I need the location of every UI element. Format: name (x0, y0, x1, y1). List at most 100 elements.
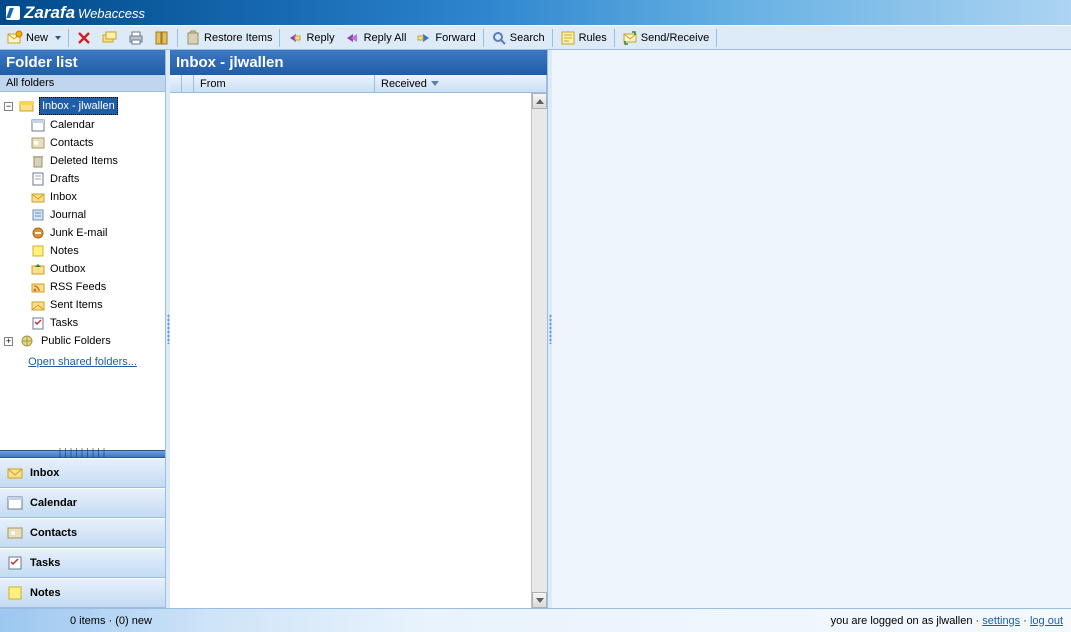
forward-label: Forward (435, 32, 475, 44)
toolbar-separator (279, 29, 280, 47)
trash-icon (30, 153, 46, 169)
copy-move-button[interactable] (97, 27, 123, 48)
inbox-icon (6, 465, 24, 481)
scroll-down-button[interactable] (532, 592, 547, 608)
list-column-header: From Received (170, 75, 547, 93)
chevron-up-icon (536, 99, 544, 104)
col-from-label: From (200, 78, 226, 90)
new-button-label: New (26, 32, 48, 44)
brand-name-text: Zarafa (24, 3, 75, 23)
forward-button[interactable]: Forward (411, 27, 480, 48)
addressbook-button[interactable] (149, 27, 175, 48)
col-received-label: Received (381, 78, 427, 90)
tree-item-label: Sent Items (50, 297, 103, 313)
sort-desc-icon (431, 81, 439, 86)
rules-icon (560, 30, 576, 46)
tree-item-outbox[interactable]: Outbox (20, 260, 163, 278)
chevron-down-icon (536, 598, 544, 603)
tree-item-label: Outbox (50, 261, 85, 277)
tree-root-inbox[interactable]: − Inbox - jlwallen (2, 96, 163, 116)
search-label: Search (510, 32, 545, 44)
reply-all-button[interactable]: Reply All (340, 27, 412, 48)
toolbar-separator (177, 29, 178, 47)
nav-item-label: Inbox (30, 467, 59, 479)
col-from[interactable]: From (194, 75, 375, 92)
expand-icon[interactable]: + (4, 337, 13, 346)
folder-tree: − Inbox - jlwallen Calendar Contacts Del… (0, 92, 165, 450)
list-scrollbar[interactable] (531, 93, 547, 608)
sidebar-grip[interactable]: ׀׀׀׀׀׀׀׀׀ (0, 450, 165, 458)
nav-item-contacts[interactable]: Contacts (0, 518, 165, 548)
tree-item-junk[interactable]: Junk E-mail (20, 224, 163, 242)
col-icon[interactable] (170, 75, 182, 92)
reply-button[interactable]: Reply (282, 27, 339, 48)
outbox-icon (30, 261, 46, 277)
tree-item-journal[interactable]: Journal (20, 206, 163, 224)
nav-item-calendar[interactable]: Calendar (0, 488, 165, 518)
print-icon (128, 30, 144, 46)
sidebar-allfolders[interactable]: All folders (0, 75, 165, 92)
col-received[interactable]: Received (375, 75, 547, 92)
tree-item-label: Inbox (50, 189, 77, 205)
tree-item-notes[interactable]: Notes (20, 242, 163, 260)
mailbox-root-icon (19, 98, 35, 114)
tree-item-label: Tasks (50, 315, 78, 331)
tree-item-drafts[interactable]: Drafts (20, 170, 163, 188)
tree-item-rss[interactable]: RSS Feeds (20, 278, 163, 296)
drafts-icon (30, 171, 46, 187)
sidebar-title: Folder list (0, 50, 165, 75)
public-folders-icon (19, 333, 35, 349)
tree-item-sent[interactable]: Sent Items (20, 296, 163, 314)
toolbar-separator (483, 29, 484, 47)
contacts-icon (30, 135, 46, 151)
reply-all-label: Reply All (364, 32, 407, 44)
toolbar-separator (716, 29, 717, 47)
tree-item-label: RSS Feeds (50, 279, 106, 295)
col-flag[interactable] (182, 75, 194, 92)
open-shared-link-row: Open shared folders... (2, 350, 163, 374)
app-header: Zarafa Webaccess (0, 0, 1071, 25)
tree-item-calendar[interactable]: Calendar (20, 116, 163, 134)
nav-item-inbox[interactable]: Inbox (0, 458, 165, 488)
restore-items-button[interactable]: Restore Items (180, 27, 277, 48)
scroll-up-button[interactable] (532, 93, 547, 109)
tree-item-inbox[interactable]: Inbox (20, 188, 163, 206)
tree-item-deleted[interactable]: Deleted Items (20, 152, 163, 170)
settings-link[interactable]: settings (982, 615, 1020, 627)
toolbar-separator (552, 29, 553, 47)
zarafa-logo-icon (6, 6, 20, 20)
nav-item-label: Calendar (30, 497, 77, 509)
rss-icon (30, 279, 46, 295)
new-button[interactable]: New (2, 27, 66, 48)
collapse-icon[interactable]: − (4, 102, 13, 111)
search-icon (491, 30, 507, 46)
tree-item-contacts[interactable]: Contacts (20, 134, 163, 152)
open-shared-folders-link[interactable]: Open shared folders... (28, 356, 137, 368)
tree-item-tasks[interactable]: Tasks (20, 314, 163, 332)
delete-button[interactable] (71, 27, 97, 48)
status-sep: · (1020, 615, 1030, 627)
status-user-prefix: you are logged on as jlwallen · (831, 615, 983, 627)
tasks-icon (30, 315, 46, 331)
rules-button[interactable]: Rules (555, 27, 612, 48)
notes-icon (30, 243, 46, 259)
logout-link[interactable]: log out (1030, 615, 1063, 627)
tree-item-label: Drafts (50, 171, 79, 187)
calendar-icon (6, 495, 24, 511)
nav-item-notes[interactable]: Notes (0, 578, 165, 608)
chevron-down-icon (55, 36, 61, 40)
send-receive-button[interactable]: Send/Receive (617, 27, 715, 48)
tree-item-label: Journal (50, 207, 86, 223)
search-button[interactable]: Search (486, 27, 550, 48)
tree-public-folders[interactable]: + Public Folders (2, 332, 163, 350)
notes-icon (6, 585, 24, 601)
print-button[interactable] (123, 27, 149, 48)
nav-item-tasks[interactable]: Tasks (0, 548, 165, 578)
journal-icon (30, 207, 46, 223)
message-list-body[interactable] (170, 93, 547, 608)
folder-move-icon (102, 30, 118, 46)
status-item-count: 0 items · (0) new (70, 615, 152, 627)
nav-item-label: Tasks (30, 557, 60, 569)
inbox-icon (30, 189, 46, 205)
nav-item-label: Contacts (30, 527, 77, 539)
